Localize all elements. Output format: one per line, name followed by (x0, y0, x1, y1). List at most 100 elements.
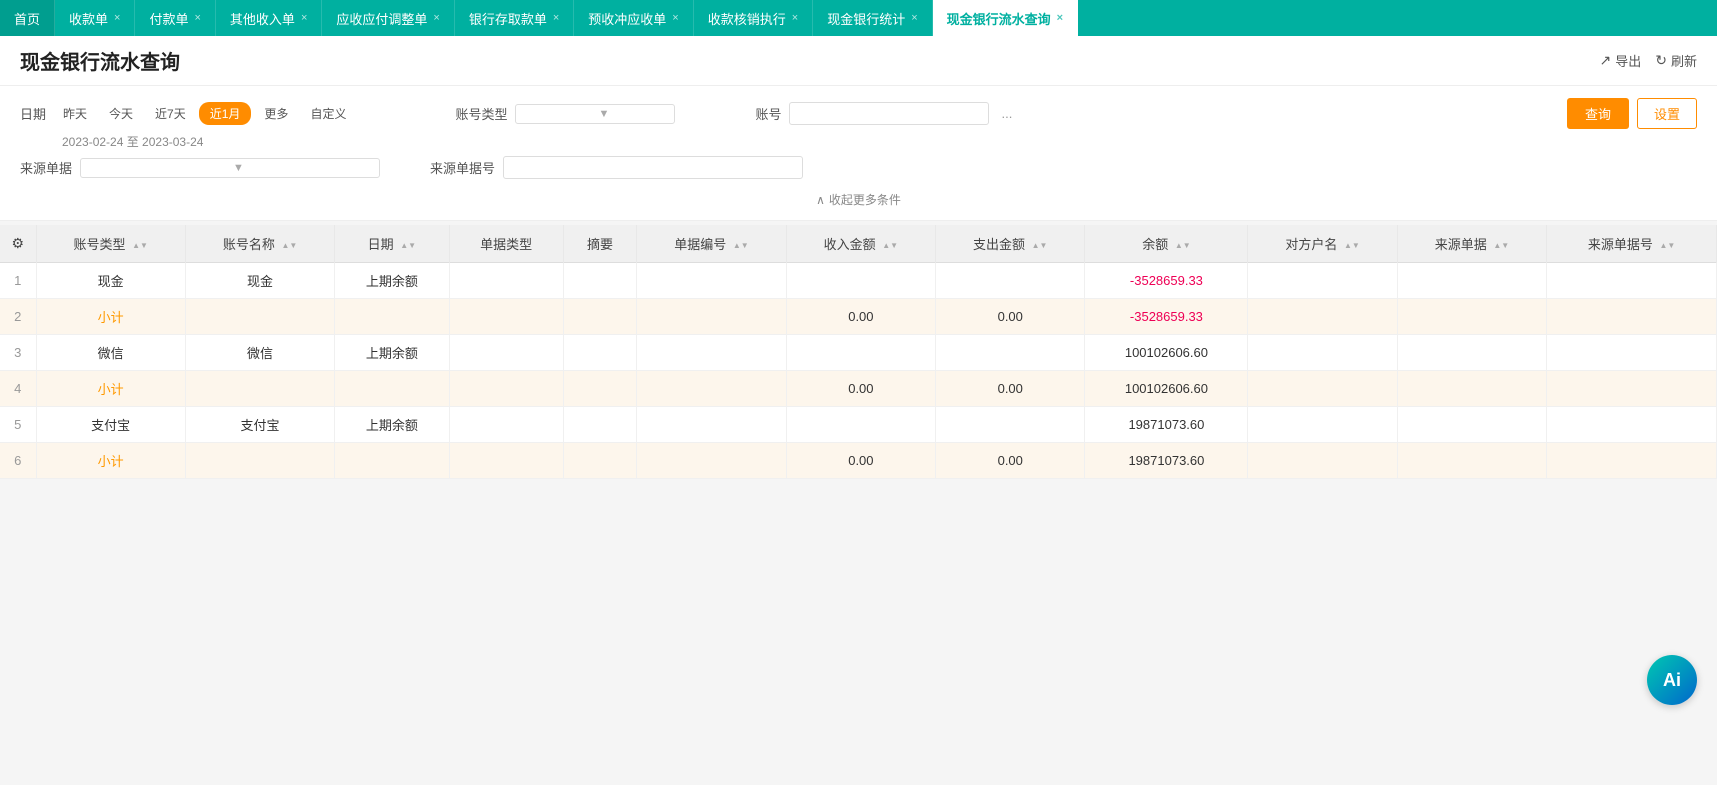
date-range-display: 2023-02-24 至 2023-03-24 (58, 133, 1697, 150)
date-btn-1month[interactable]: 近1月 (199, 102, 252, 125)
sort-date: ▲▼ (400, 242, 416, 250)
table-row[interactable]: 4 小计 0.00 0.00 100102606.60 (0, 371, 1717, 407)
ai-badge[interactable]: Ai (1647, 655, 1697, 705)
table-row[interactable]: 3 微信 微信 上期余额 100102606.60 (0, 335, 1717, 371)
nav-other-income[interactable]: 其他收入单 × (216, 0, 322, 36)
table-row[interactable]: 1 现金 现金 上期余额 -3528659.33 (0, 263, 1717, 299)
col-settings[interactable]: ⚙ (0, 225, 36, 263)
nav-adjust-close[interactable]: × (433, 12, 439, 24)
col-doc-no[interactable]: 单据编号 ▲▼ (637, 225, 786, 263)
source-doc-no-filter-group: 来源单据号 (430, 156, 803, 179)
ai-badge-label: Ai (1663, 670, 1681, 691)
cell-account-name: 微信 (185, 335, 334, 371)
nav-other-income-label: 其他收入单 (230, 9, 295, 28)
date-btn-more[interactable]: 更多 (255, 102, 297, 125)
cell-account-name (185, 443, 334, 479)
cell-doc-no (637, 299, 786, 335)
date-quick-btns: 昨天 今天 近7天 近1月 更多 自定义 (54, 102, 355, 125)
nav-cashflow-label: 现金银行流水查询 (947, 9, 1051, 28)
col-source-doc[interactable]: 来源单据 ▲▼ (1397, 225, 1546, 263)
cell-balance: -3528659.33 (1085, 263, 1248, 299)
account-input[interactable] (798, 106, 980, 121)
header-actions: ↗ 导出 ↻ 刷新 (1600, 51, 1698, 70)
col-income[interactable]: 收入金额 ▲▼ (786, 225, 935, 263)
cell-summary (563, 407, 637, 443)
cell-account-type: 现金 (36, 263, 185, 299)
settings-button[interactable]: 设置 (1637, 98, 1697, 129)
query-button[interactable]: 查询 (1567, 98, 1629, 129)
nav-adjust[interactable]: 应收应付调整单 × (322, 0, 454, 36)
cell-account-type: 小计 (36, 299, 185, 335)
cell-income (786, 263, 935, 299)
cell-account-type: 小计 (36, 443, 185, 479)
nav-collection-close[interactable]: × (792, 12, 798, 24)
col-counterpart[interactable]: 对方户名 ▲▼ (1248, 225, 1397, 263)
cell-doc-type (449, 335, 563, 371)
nav-collection[interactable]: 收款核销执行 × (694, 0, 813, 36)
nav-stats[interactable]: 现金银行统计 × (813, 0, 932, 36)
nav-receipts[interactable]: 收款单 × (55, 0, 135, 36)
col-date[interactable]: 日期 ▲▼ (335, 225, 449, 263)
nav-other-income-close[interactable]: × (301, 12, 307, 24)
col-account-type[interactable]: 账号类型 ▲▼ (36, 225, 185, 263)
nav-bank-deposit-close[interactable]: × (553, 12, 559, 24)
nav-advance-close[interactable]: × (672, 12, 678, 24)
table-row[interactable]: 6 小计 0.00 0.00 19871073.60 (0, 443, 1717, 479)
nav-payments-close[interactable]: × (194, 12, 200, 24)
cell-doc-no (637, 263, 786, 299)
cell-row-num: 3 (0, 335, 36, 371)
nav-payments[interactable]: 付款单 × (135, 0, 215, 36)
cell-doc-no (637, 371, 786, 407)
cell-counterpart (1248, 263, 1397, 299)
nav-cashflow[interactable]: 现金银行流水查询 × (933, 0, 1078, 36)
col-expense[interactable]: 支出金额 ▲▼ (936, 225, 1085, 263)
cell-doc-no (637, 443, 786, 479)
cell-date (335, 443, 449, 479)
table-row[interactable]: 5 支付宝 支付宝 上期余额 19871073.60 (0, 407, 1717, 443)
export-icon: ↗ (1600, 52, 1612, 69)
cell-doc-type (449, 263, 563, 299)
collapse-bar[interactable]: ∧ 收起更多条件 (20, 187, 1697, 212)
nav-advance[interactable]: 预收冲应收单 × (574, 0, 693, 36)
nav-receipts-label: 收款单 (69, 9, 108, 28)
col-account-name[interactable]: 账号名称 ▲▼ (185, 225, 334, 263)
top-nav: 首页 收款单 × 付款单 × 其他收入单 × 应收应付调整单 × 银行存取款单 … (0, 0, 1717, 36)
refresh-button[interactable]: ↻ 刷新 (1655, 51, 1697, 70)
col-source-doc-no[interactable]: 来源单据号 ▲▼ (1547, 225, 1717, 263)
refresh-label: 刷新 (1671, 51, 1697, 70)
gear-icon[interactable]: ⚙ (11, 235, 24, 251)
date-btn-today[interactable]: 今天 (100, 102, 142, 125)
cell-income: 0.00 (786, 371, 935, 407)
cell-doc-type (449, 443, 563, 479)
source-doc-select[interactable]: ▼ (80, 158, 380, 178)
cell-source-doc (1397, 263, 1546, 299)
cell-balance: 19871073.60 (1085, 407, 1248, 443)
source-doc-no-input[interactable] (512, 160, 794, 175)
nav-bank-deposit[interactable]: 银行存取款单 × (455, 0, 574, 36)
cell-row-num: 1 (0, 263, 36, 299)
filter-area: 日期 昨天 今天 近7天 近1月 更多 自定义 账号类型 ▼ 账号 .. (0, 86, 1717, 221)
cell-summary (563, 263, 637, 299)
cell-source-doc-no (1547, 371, 1717, 407)
table-row[interactable]: 2 小计 0.00 0.00 -3528659.33 (0, 299, 1717, 335)
cell-balance: 100102606.60 (1085, 335, 1248, 371)
date-btn-7days[interactable]: 近7天 (146, 102, 195, 125)
date-btn-yesterday[interactable]: 昨天 (54, 102, 96, 125)
col-balance[interactable]: 余额 ▲▼ (1085, 225, 1248, 263)
nav-receipts-close[interactable]: × (114, 12, 120, 24)
nav-stats-close[interactable]: × (911, 12, 917, 24)
account-more-btn[interactable]: ... (997, 106, 1016, 121)
cell-doc-type (449, 371, 563, 407)
cell-source-doc-no (1547, 263, 1717, 299)
data-table: ⚙ 账号类型 ▲▼ 账号名称 ▲▼ 日期 ▲▼ 单据类型 摘要 单据编号 (0, 225, 1717, 479)
nav-advance-label: 预收冲应收单 (588, 9, 666, 28)
cell-source-doc-no (1547, 299, 1717, 335)
export-button[interactable]: ↗ 导出 (1600, 51, 1642, 70)
sort-expense: ▲▼ (1032, 242, 1048, 250)
nav-home[interactable]: 首页 (0, 0, 55, 36)
nav-cashflow-close[interactable]: × (1057, 12, 1063, 24)
date-btn-custom[interactable]: 自定义 (301, 102, 355, 125)
cell-doc-no (637, 407, 786, 443)
cell-source-doc (1397, 335, 1546, 371)
account-type-select[interactable]: ▼ (515, 104, 675, 124)
